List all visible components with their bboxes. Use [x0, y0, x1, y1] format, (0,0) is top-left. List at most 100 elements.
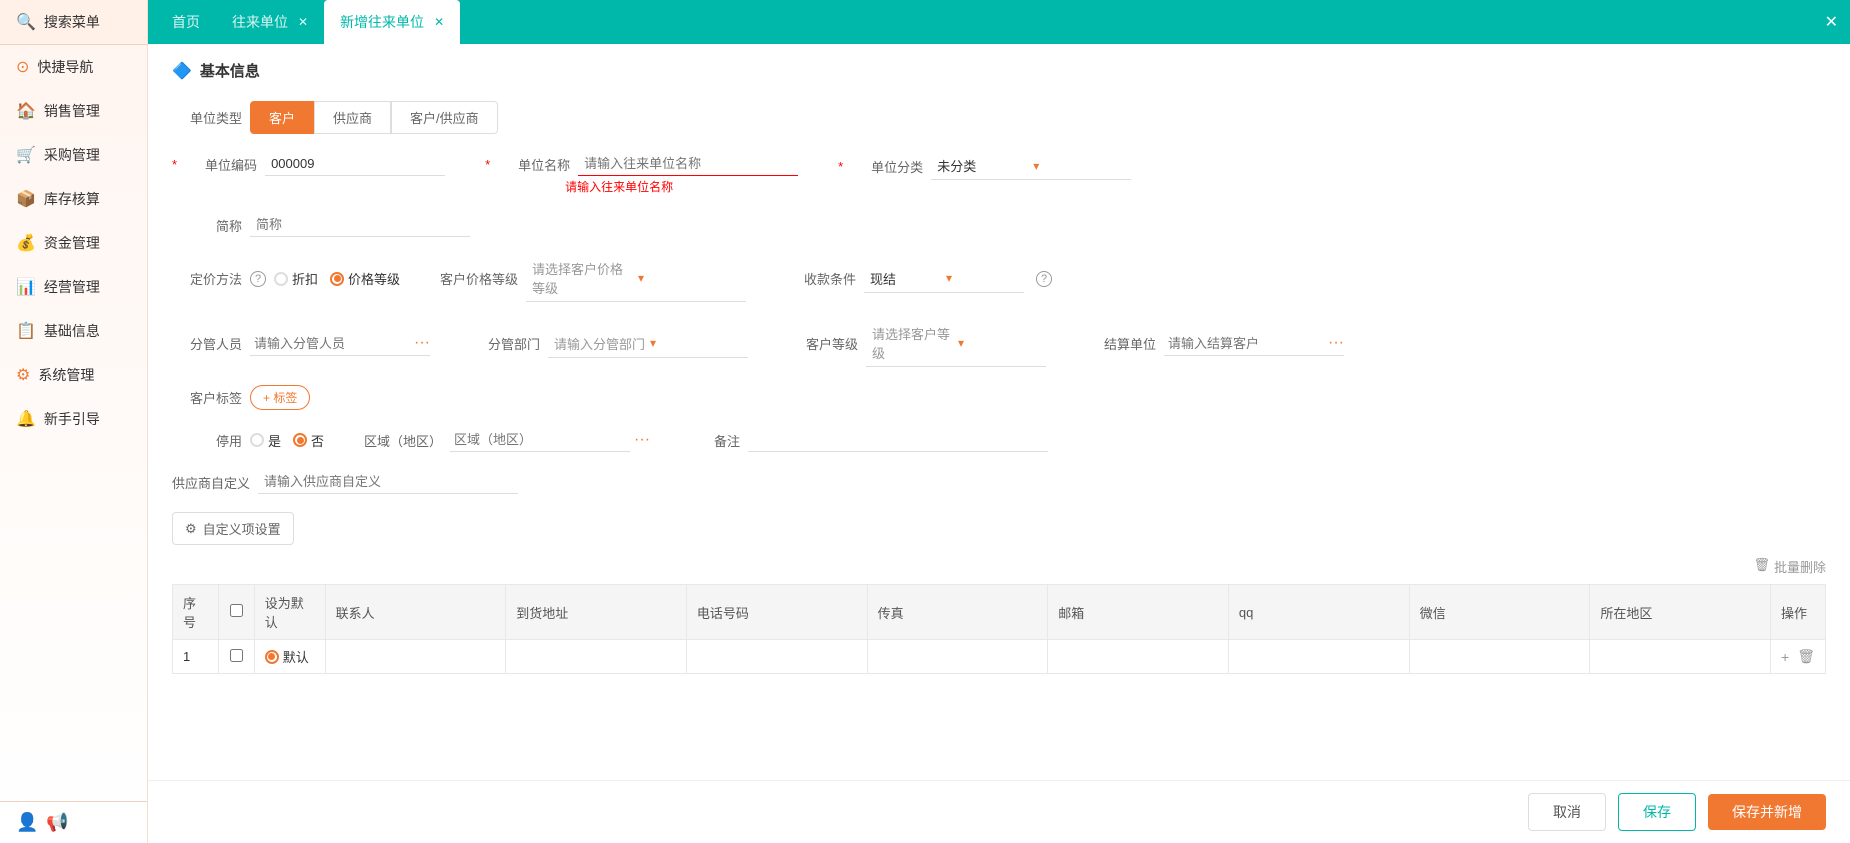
phone-input[interactable]: [697, 649, 857, 664]
remarks-input[interactable]: [748, 428, 1048, 452]
custom-settings-button[interactable]: ⚙ 自定义项设置: [172, 512, 294, 545]
sidebar-item-quick-nav[interactable]: ⊙ 快捷导航: [0, 45, 147, 89]
manager-more-icon[interactable]: ···: [414, 334, 430, 352]
customer-level-placeholder: 请选择客户等级: [872, 324, 954, 362]
address-input[interactable]: [516, 649, 676, 664]
disabled-yes-radio[interactable]: 是: [250, 431, 281, 450]
cell-email: [1048, 640, 1229, 674]
supplier-custom-label: 供应商自定义: [172, 473, 250, 492]
customer-level-chevron-icon: ▾: [958, 336, 1040, 350]
pricing-level-radio[interactable]: 价格等级: [330, 269, 400, 288]
unit-category-select[interactable]: 未分类 ▾: [931, 152, 1131, 180]
sidebar-bottom: 👤 📢: [0, 801, 147, 843]
customer-price-level-field: 客户价格等级 请选择客户价格等级 ▾: [440, 255, 746, 302]
add-row-icon[interactable]: +: [1781, 649, 1789, 665]
select-all-checkbox[interactable]: [230, 604, 243, 617]
code-name-category-row: * 单位编码 * 单位名称 请输入往来单位名称 * 单位分类: [172, 152, 1826, 195]
sidebar-item-finance[interactable]: 💰 资金管理: [0, 221, 147, 265]
unit-btn-supplier[interactable]: 供应商: [314, 101, 391, 134]
customer-tag-row: 客户标签 + 标签: [172, 385, 1826, 410]
pricing-method-help[interactable]: ?: [250, 271, 266, 287]
unit-type-field: 单位类型 客户 供应商 客户/供应商: [172, 101, 1826, 134]
sidebar-item-operations[interactable]: 📊 经营管理: [0, 265, 147, 309]
sidebar-item-purchase[interactable]: 🛒 采购管理: [0, 133, 147, 177]
search-icon: 🔍: [16, 12, 36, 32]
unit-code-input[interactable]: [265, 152, 445, 176]
sidebar-item-system[interactable]: ⚙ 系统管理: [0, 353, 147, 397]
cell-wechat: [1409, 640, 1590, 674]
payment-terms-select[interactable]: 现结 ▾: [864, 265, 1024, 293]
fax-input[interactable]: [878, 649, 1038, 664]
tab-home[interactable]: 首页: [156, 0, 216, 44]
contact-input[interactable]: [336, 649, 496, 664]
pricing-method-field: 定价方法 ? 折扣 价格等级: [172, 269, 400, 288]
region-input-table[interactable]: [1600, 649, 1760, 664]
short-name-input[interactable]: [250, 213, 470, 237]
sidebar-item-sales[interactable]: 🏠 销售管理: [0, 89, 147, 133]
region-input[interactable]: [450, 428, 630, 451]
payment-terms-field: 收款条件 现结 ▾ ?: [786, 265, 1052, 293]
cell-phone: [686, 640, 867, 674]
qq-input[interactable]: [1239, 649, 1399, 664]
default-radio[interactable]: 默认: [265, 647, 315, 666]
section-title: 🔷 基本信息: [172, 60, 1826, 81]
department-select[interactable]: 请输入分管部门 ▾: [548, 330, 748, 358]
sidebar-finance-label: 资金管理: [44, 233, 100, 253]
customer-price-level-select[interactable]: 请选择客户价格等级 ▾: [526, 255, 746, 302]
unit-name-error: 请输入往来单位名称: [565, 180, 673, 194]
payment-help-icon[interactable]: ?: [1036, 271, 1052, 287]
settlement-more-icon[interactable]: ···: [1328, 334, 1344, 352]
cell-contact: [325, 640, 506, 674]
customer-level-select[interactable]: 请选择客户等级 ▾: [866, 320, 1046, 367]
settings-gear-icon: ⚙: [185, 521, 197, 537]
department-placeholder: 请输入分管部门: [554, 334, 646, 353]
sidebar-item-inventory[interactable]: 📦 库存核算: [0, 177, 147, 221]
sidebar-system-label: 系统管理: [38, 365, 94, 385]
row-checkbox[interactable]: [230, 649, 243, 662]
customer-price-level-label: 客户价格等级: [440, 269, 518, 288]
payment-chevron-icon: ▾: [946, 271, 1018, 285]
tab-partners[interactable]: 往来单位 ✕: [216, 0, 324, 44]
settlement-unit-input[interactable]: [1164, 332, 1324, 355]
wechat-input[interactable]: [1420, 649, 1580, 664]
unit-code-label: 单位编码: [187, 155, 257, 174]
sidebar-item-basic-info[interactable]: 📋 基础信息: [0, 309, 147, 353]
pricing-discount-radio[interactable]: 折扣: [274, 269, 318, 288]
remarks-field: 备注: [670, 428, 1048, 452]
tab-new-partner[interactable]: 新增往来单位 ✕: [324, 0, 460, 44]
region-input-wrap: ···: [450, 428, 630, 452]
region-label: 区域（地区）: [364, 431, 442, 450]
manager-input[interactable]: [250, 332, 410, 355]
tab-new-partner-close[interactable]: ✕: [434, 15, 444, 29]
col-checkbox: [218, 585, 254, 640]
cell-qq: [1228, 640, 1409, 674]
unit-btn-both[interactable]: 客户/供应商: [391, 101, 498, 134]
save-new-button[interactable]: 保存并新增: [1708, 794, 1826, 830]
cancel-button[interactable]: 取消: [1528, 793, 1606, 831]
section-icon: 🔷: [172, 61, 192, 81]
email-input[interactable]: [1058, 649, 1218, 664]
disabled-no-circle: [293, 433, 307, 447]
disabled-row: 停用 是 否 区域（地区） ···: [172, 428, 1826, 452]
delete-row-icon[interactable]: 🗑: [1797, 648, 1815, 665]
unit-name-input[interactable]: [578, 152, 798, 176]
disabled-no-radio[interactable]: 否: [293, 431, 324, 450]
save-button[interactable]: 保存: [1618, 793, 1696, 831]
cell-address: [506, 640, 687, 674]
unit-category-value: 未分类: [937, 156, 1029, 175]
supplier-custom-input[interactable]: [258, 470, 518, 494]
add-tag-button[interactable]: + 标签: [250, 385, 310, 410]
batch-delete-label[interactable]: 批量删除: [1774, 557, 1826, 576]
tab-bar: 首页 往来单位 ✕ 新增往来单位 ✕ ✕: [148, 0, 1850, 44]
department-label: 分管部门: [470, 334, 540, 353]
sidebar-item-guide[interactable]: 🔔 新手引导: [0, 397, 147, 441]
unit-btn-customer[interactable]: 客户: [250, 101, 314, 134]
tab-partners-close[interactable]: ✕: [298, 15, 308, 29]
sales-icon: 🏠: [16, 101, 36, 121]
sidebar-item-search[interactable]: 🔍 搜索菜单: [0, 0, 147, 45]
region-more-icon[interactable]: ···: [634, 431, 650, 449]
pricing-radio-group: 折扣 价格等级: [274, 269, 400, 288]
col-fax: 传真: [867, 585, 1048, 640]
close-all-tabs[interactable]: ✕: [1825, 12, 1838, 32]
sidebar-purchase-label: 采购管理: [44, 145, 100, 165]
